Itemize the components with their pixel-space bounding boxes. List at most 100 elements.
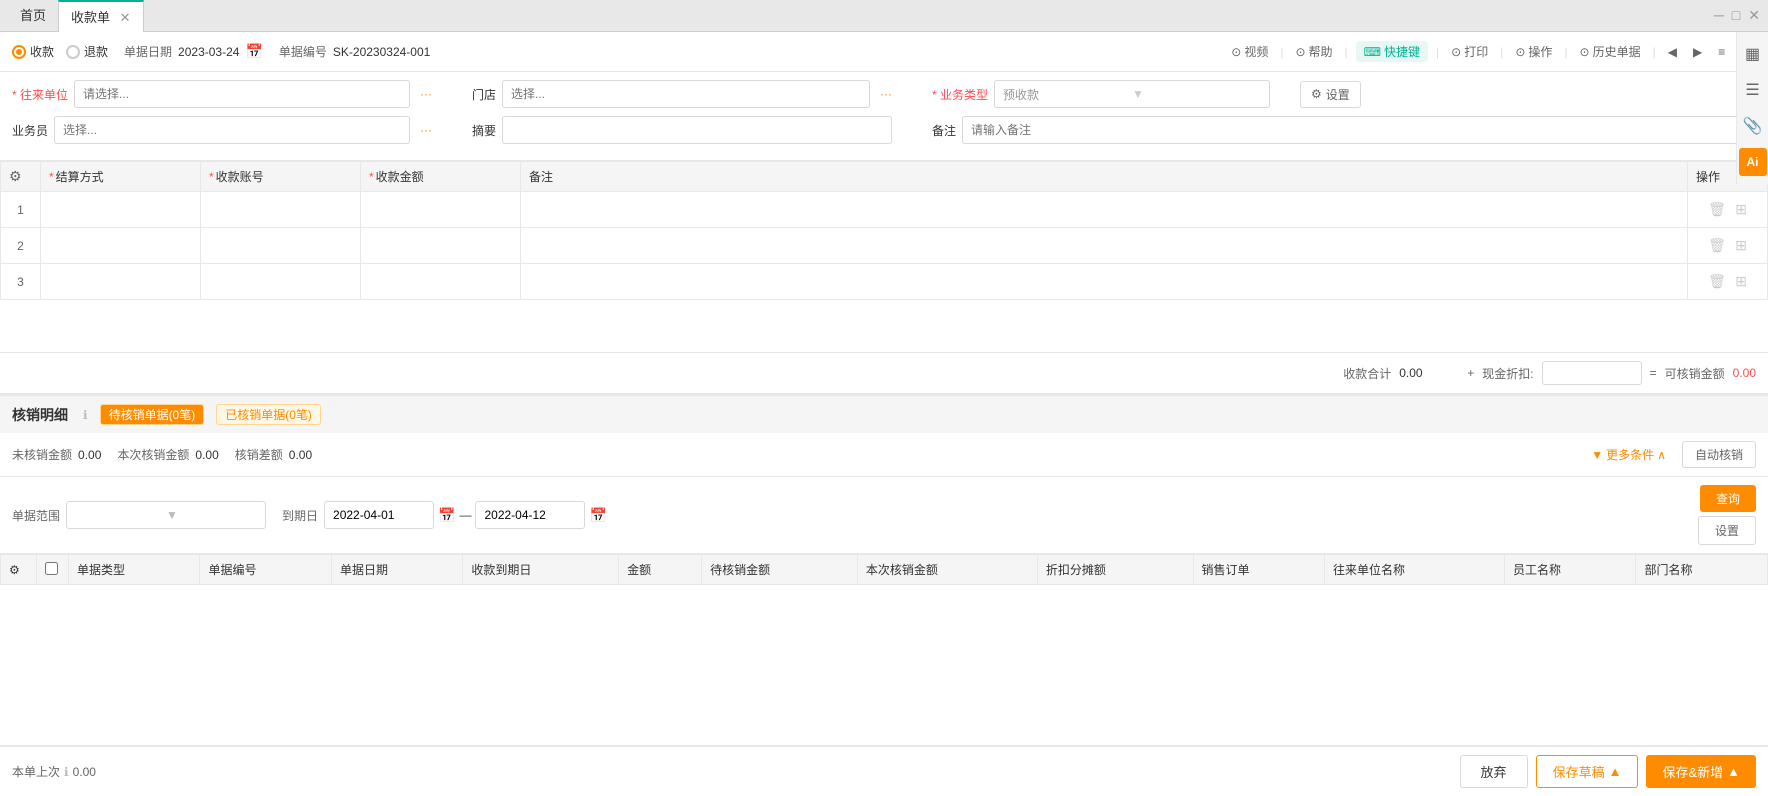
more-conditions-btn[interactable]: ▼ 更多条件 ∧ <box>1591 446 1666 463</box>
row2-delete-icon[interactable]: 🗑 <box>1708 237 1726 253</box>
minimize-btn[interactable]: ─ <box>1714 7 1724 24</box>
biz-type-select[interactable]: 预收款 ▼ <box>994 80 1270 108</box>
col-payment-header: *结算方式 <box>41 162 201 192</box>
maximize-btn[interactable]: □ <box>1732 7 1740 24</box>
row3-remark[interactable] <box>521 264 1688 300</box>
range-select[interactable]: ▼ <box>66 501 266 529</box>
shortcut-btn[interactable]: ⌨ 快捷键 <box>1356 41 1428 62</box>
save-new-btn[interactable]: 保存&新增 ▲ <box>1646 755 1756 788</box>
save-new-arrow-icon[interactable]: ▲ <box>1727 764 1740 779</box>
col-check[interactable] <box>37 555 69 585</box>
radio-receive[interactable]: 收款 <box>12 43 54 60</box>
verification-info-icon[interactable]: ℹ <box>83 408 88 422</box>
auto-clear-btn[interactable]: 自动核销 <box>1682 441 1756 468</box>
row2-copy-icon[interactable]: ⊞ <box>1735 237 1747 253</box>
row3-account[interactable] <box>201 264 361 300</box>
col-discount: 折扣分摊额 <box>1037 555 1193 585</box>
sidebar-list-btn[interactable]: ☰ <box>1739 76 1767 104</box>
chevron-up-icon: ∧ <box>1657 448 1666 462</box>
party-field: 往来单位 ··· <box>12 80 432 108</box>
tab-home[interactable]: 首页 <box>8 0 58 32</box>
layout-btn1[interactable]: ≡ <box>1714 43 1729 61</box>
row1-amount[interactable] <box>361 192 521 228</box>
toolbar-actions: ⊙ 视频 | ⊙ 帮助 | ⌨ 快捷键 | ⊙ 打印 | ⊙ 操作 | <box>1227 41 1756 62</box>
row3-delete-icon[interactable]: 🗑 <box>1708 273 1726 289</box>
table-gear-icon[interactable]: ⚙ <box>9 168 22 184</box>
col-current: 本次核销金额 <box>857 555 1037 585</box>
query-btn[interactable]: 查询 <box>1700 485 1756 512</box>
window-controls: ─ □ ✕ <box>1714 7 1760 24</box>
save-draft-arrow-icon[interactable]: ▲ <box>1609 764 1622 779</box>
row1-payment[interactable] <box>41 192 201 228</box>
right-sidebar: ▦ ☰ 📎 Ai <box>1736 32 1768 184</box>
row1-copy-icon[interactable]: ⊞ <box>1735 201 1747 217</box>
footer-info-icon[interactable]: ℹ <box>64 765 69 779</box>
row1-delete-icon[interactable]: 🗑 <box>1708 201 1726 217</box>
staff-more-icon[interactable]: ··· <box>420 123 432 137</box>
range-field: 单据范围 ▼ <box>12 501 266 529</box>
query-settings-btn[interactable]: 设置 <box>1698 516 1756 545</box>
prev-nav-btn[interactable]: ◀ <box>1664 43 1681 61</box>
print-icon: ⊙ <box>1451 45 1461 59</box>
col-date: 单据日期 <box>331 555 462 585</box>
biz-type-arrow-icon: ▼ <box>1132 87 1261 101</box>
done-tab[interactable]: 已核销单据(0笔) <box>216 404 321 425</box>
settings-btn[interactable]: ⚙ 设置 <box>1300 81 1361 108</box>
row1-account[interactable] <box>201 192 361 228</box>
row1-remark[interactable] <box>521 192 1688 228</box>
diff-field: 核销差额 0.00 <box>235 446 312 463</box>
row2-amount[interactable] <box>361 228 521 264</box>
tab-receipt[interactable]: 收款单 ✕ <box>58 0 144 32</box>
sidebar-attachment-btn[interactable]: 📎 <box>1739 112 1767 140</box>
abandon-btn[interactable]: 放弃 <box>1460 755 1528 788</box>
party-more-icon[interactable]: ··· <box>420 87 432 101</box>
cal-start-icon[interactable]: 📅 <box>438 507 455 524</box>
col-gear[interactable]: ⚙ <box>1 555 37 585</box>
print-btn[interactable]: ⊙ 打印 <box>1447 41 1492 62</box>
tab-close-icon[interactable]: ✕ <box>120 10 131 25</box>
cal-end-icon[interactable]: 📅 <box>589 507 606 524</box>
col-settings-header[interactable]: ⚙ <box>1 162 41 192</box>
sidebar-table-btn[interactable]: ▦ <box>1739 40 1767 68</box>
row2-account[interactable] <box>201 228 361 264</box>
form-section: 往来单位 ··· 门店 ··· 业务类型 预收款 ▼ ··· <box>0 72 1768 161</box>
calendar-icon[interactable]: 📅 <box>245 43 262 60</box>
summary-field: 摘要 <box>472 116 892 144</box>
row3-copy-icon[interactable]: ⊞ <box>1735 273 1747 289</box>
history-btn[interactable]: ⊙ 历史单据 <box>1576 41 1645 62</box>
sidebar-ai-btn[interactable]: Ai <box>1739 148 1767 176</box>
store-input[interactable] <box>502 80 870 108</box>
summary-input[interactable] <box>502 116 892 144</box>
row2-remark[interactable] <box>521 228 1688 264</box>
radio-refund[interactable]: 退款 <box>66 43 108 60</box>
video-btn[interactable]: ⊙ 视频 <box>1227 41 1272 62</box>
settings-gear-icon: ⚙ <box>1311 87 1322 101</box>
unchecked-field: 未核销金额 0.00 <box>12 446 101 463</box>
help-icon: ⊙ <box>1295 45 1305 59</box>
filter-section: 未核销金额 0.00 本次核销金额 0.00 核销差额 0.00 ▼ 更多条件 … <box>0 433 1768 477</box>
row2-actions: 🗑 ⊞ <box>1688 228 1768 264</box>
remark-input[interactable] <box>962 116 1756 144</box>
col-type: 单据类型 <box>69 555 200 585</box>
operate-btn[interactable]: ⊙ 操作 <box>1511 41 1556 62</box>
staff-input[interactable] <box>54 116 410 144</box>
close-btn[interactable]: ✕ <box>1748 7 1760 24</box>
select-all-checkbox[interactable] <box>45 562 58 575</box>
party-input[interactable] <box>74 80 410 108</box>
main-content: 收款 退款 单据日期 2023-03-24 📅 单据编号 SK-20230324… <box>0 32 1768 796</box>
save-draft-btn[interactable]: 保存草稿 ▲ <box>1536 755 1639 788</box>
date-field: 单据日期 2023-03-24 📅 <box>124 43 263 60</box>
pending-tab[interactable]: 待核销单据(0笔) <box>100 404 205 425</box>
store-more-icon[interactable]: ··· <box>880 87 892 101</box>
help-btn[interactable]: ⊙ 帮助 <box>1291 41 1336 62</box>
due-end-input[interactable] <box>475 501 585 529</box>
next-nav-btn[interactable]: ▶ <box>1689 43 1706 61</box>
row3-payment[interactable] <box>41 264 201 300</box>
row3-amount[interactable] <box>361 264 521 300</box>
attachment-icon: 📎 <box>1743 116 1763 136</box>
table-row: 2 🗑 ⊞ <box>1 228 1768 264</box>
due-start-input[interactable] <box>324 501 434 529</box>
summary-row: 收款合计 0.00 + 现金折扣: = 可核销金额 0.00 <box>0 352 1768 393</box>
row2-payment[interactable] <box>41 228 201 264</box>
discount-input[interactable] <box>1542 361 1642 385</box>
